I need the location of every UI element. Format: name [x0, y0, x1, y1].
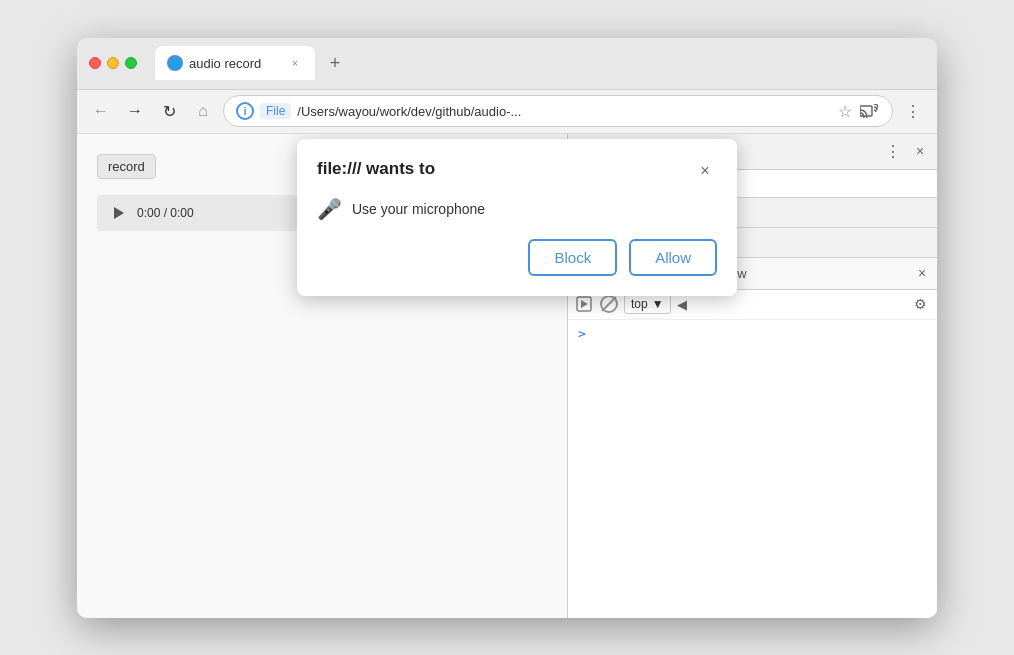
devtools-actions: ⋮ ×	[881, 140, 931, 162]
file-label: File	[260, 103, 291, 119]
security-info-icon: i	[236, 102, 254, 120]
play-icon	[114, 207, 124, 219]
dialog-close-button[interactable]: ×	[693, 159, 717, 183]
page-content: record 0:00 / 0:00 file:/// wants to × 🎤…	[77, 134, 567, 618]
execute-context-icon[interactable]	[574, 294, 594, 314]
address-text: /Users/wayou/work/dev/github/audio-...	[297, 104, 832, 119]
traffic-lights	[89, 57, 137, 69]
bookmark-icon[interactable]: ☆	[838, 102, 852, 121]
forward-button[interactable]: →	[121, 97, 149, 125]
new-tab-button[interactable]: +	[321, 49, 349, 77]
permission-dialog: file:/// wants to × 🎤 Use your microphon…	[297, 139, 737, 296]
back-button[interactable]: ←	[87, 97, 115, 125]
tab-close-button[interactable]: ×	[287, 55, 303, 71]
microphone-icon: 🎤	[317, 197, 342, 221]
home-button[interactable]: ⌂	[189, 97, 217, 125]
browser-window: 🌐 audio record × + ← → ↻ ⌂ i File /Users…	[77, 38, 937, 618]
refresh-button[interactable]: ↻	[155, 97, 183, 125]
maximize-window-button[interactable]	[125, 57, 137, 69]
minimize-window-button[interactable]	[107, 57, 119, 69]
devtools-close-button[interactable]: ×	[909, 140, 931, 162]
context-label: top	[631, 297, 648, 311]
record-button[interactable]: record	[97, 154, 156, 179]
dialog-buttons: Block Allow	[317, 239, 717, 276]
allow-button[interactable]: Allow	[629, 239, 717, 276]
active-tab[interactable]: 🌐 audio record ×	[155, 46, 315, 80]
info-char: i	[243, 105, 246, 117]
browser-menu-button[interactable]: ⋮	[899, 97, 927, 125]
devtools-bottom-close-button[interactable]: ×	[911, 262, 933, 284]
console-settings-icon[interactable]: ⚙	[909, 293, 931, 315]
dropdown-arrow-icon: ▼	[652, 297, 664, 311]
dialog-title: file:/// wants to	[317, 159, 435, 179]
console-prompt-char: >	[578, 326, 586, 341]
address-bar[interactable]: i File /Users/wayou/work/dev/github/audi…	[223, 95, 893, 127]
devtools-options-icon[interactable]: ⋮	[881, 142, 905, 161]
tab-title: audio record	[189, 56, 281, 71]
console-prompt: >	[578, 326, 927, 341]
audio-player: 0:00 / 0:00	[97, 195, 297, 231]
tab-favicon-icon: 🌐	[167, 55, 183, 71]
content-area: record 0:00 / 0:00 file:/// wants to × 🎤…	[77, 134, 937, 618]
svg-marker-2	[581, 300, 588, 308]
time-display: 0:00 / 0:00	[137, 206, 194, 220]
console-area[interactable]: >	[568, 320, 937, 618]
back-context-icon[interactable]: ◀	[677, 297, 687, 312]
dialog-header: file:/// wants to ×	[317, 159, 717, 183]
permission-row: 🎤 Use your microphone	[317, 197, 717, 221]
cast-icon[interactable]	[858, 100, 880, 122]
tab-bar: 🌐 audio record × +	[155, 46, 925, 80]
block-button[interactable]: Block	[528, 239, 617, 276]
context-selector[interactable]: top ▼	[624, 294, 671, 314]
close-window-button[interactable]	[89, 57, 101, 69]
nav-bar: ← → ↻ ⌂ i File /Users/wayou/work/dev/git…	[77, 90, 937, 134]
play-button[interactable]	[109, 203, 129, 223]
title-bar: 🌐 audio record × +	[77, 38, 937, 90]
permission-text: Use your microphone	[352, 201, 485, 217]
no-filter-icon[interactable]	[600, 295, 618, 313]
